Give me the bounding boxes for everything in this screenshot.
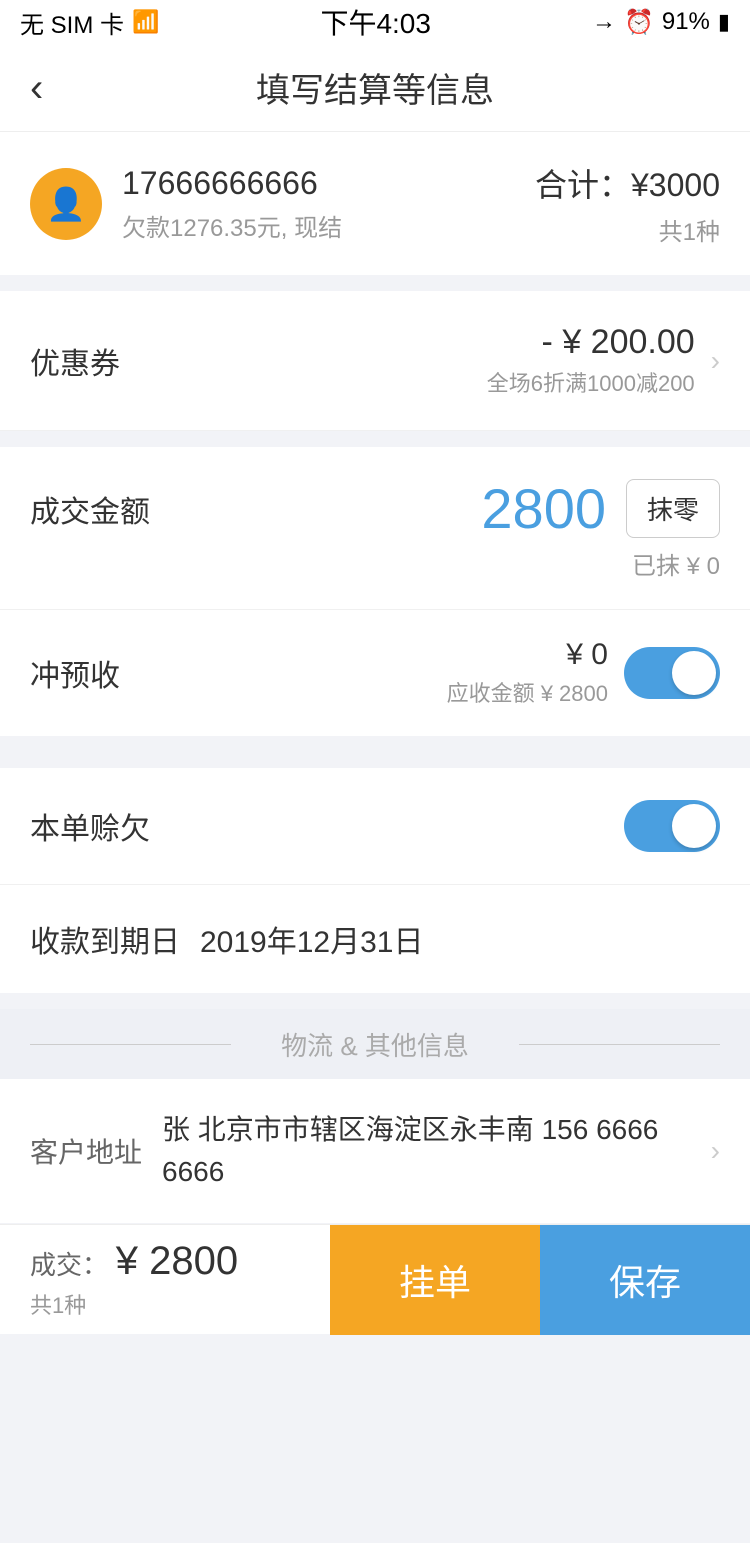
prepay-label: 冲预收 [30,651,120,695]
bottom-bar: 成交： ¥ 2800 共1种 挂单 保存 [0,1224,750,1334]
credit-row: 本单赊欠 [0,768,750,884]
credit-toggle[interactable] [624,800,720,852]
prepay-right: ¥ 0 应收金额 ¥ 2800 [447,638,720,708]
divider-line-left [30,1044,231,1045]
customer-phone: 17666666666 [122,165,342,202]
address-value: 张 北京市市辖区海淀区永丰南 156 6666 6666 [162,1109,691,1193]
nav-bar: ‹ 填写结算等信息 [0,44,750,132]
logistics-section-divider: 物流 & 其他信息 [0,1009,750,1079]
hang-label: 挂单 [399,1254,471,1306]
prepay-toggle-knob [672,651,716,695]
customer-total: 合计：¥3000 [535,160,720,206]
duedate-value: 2019年12月31日 [200,917,423,961]
status-right: → ⏰ 91% ▮ [592,8,730,37]
round-button[interactable]: 抹零 [626,479,720,538]
avatar: 👤 [30,168,102,240]
customer-left: 👤 17666666666 欠款1276.35元, 现结 [30,165,342,243]
hang-button[interactable]: 挂单 [330,1225,540,1335]
location-icon: → [592,8,616,36]
prepay-row: 冲预收 ¥ 0 应收金额 ¥ 2800 [0,609,750,736]
address-row[interactable]: 客户地址 张 北京市市辖区海淀区永丰南 156 6666 6666 › [0,1079,750,1223]
logistics-label: 物流 & 其他信息 [281,1026,469,1063]
coupon-amount: - ¥ 200.00 [487,323,695,362]
status-bar: 无 SIM 卡 📶 下午4:03 → ⏰ 91% ▮ [0,0,750,44]
amount-right: 2800 抹零 [481,479,720,538]
summary-count: 共1种 [30,1288,300,1320]
duedate-label: 收款到期日 [30,917,180,961]
divider-3 [0,993,750,1009]
amount-label: 成交金额 [30,487,150,531]
credit-label: 本单赊欠 [30,804,150,848]
save-button[interactable]: 保存 [540,1225,750,1335]
coupon-chevron-icon: › [711,345,720,377]
customer-card: 👤 17666666666 欠款1276.35元, 现结 合计：¥3000 共1… [0,132,750,275]
customer-right: 合计：¥3000 共1种 [535,160,720,247]
credit-section: 本单赊欠 收款到期日 2019年12月31日 [0,768,750,993]
status-time: 下午4:03 [320,2,431,42]
divider-1 [0,431,750,447]
back-button[interactable]: ‹ [30,68,43,108]
coupon-label: 优惠券 [30,339,120,383]
page-title: 填写结算等信息 [256,63,494,112]
alarm-icon: ⏰ [624,8,654,37]
carrier-label: 无 SIM 卡 [20,5,124,40]
battery-label: 91% [662,8,710,36]
coupon-discount: - ¥ 200.00 全场6折满1000减200 [487,323,695,398]
amount-section: 成交金额 2800 抹零 已抹 ¥ 0 [0,447,750,609]
coupon-right: - ¥ 200.00 全场6折满1000减200 › [487,323,720,398]
divider-2 [0,736,750,752]
customer-debt: 欠款1276.35元, 现结 [122,208,342,243]
prepay-toggle[interactable] [624,647,720,699]
customer-info: 17666666666 欠款1276.35元, 现结 [122,165,342,243]
bottom-summary-main: 成交： ¥ 2800 [30,1239,300,1284]
prepay-info: ¥ 0 应收金额 ¥ 2800 [447,638,608,708]
summary-label: 成交： [30,1250,108,1280]
save-label: 保存 [609,1254,681,1306]
divider-line-right [519,1044,720,1045]
address-label: 客户地址 [30,1131,142,1171]
address-chevron-icon: › [711,1135,720,1167]
summary-amount: ¥ 2800 [116,1239,238,1283]
amount-row: 成交金额 2800 抹零 [0,447,750,546]
credit-toggle-knob [672,804,716,848]
bottom-summary: 成交： ¥ 2800 共1种 [0,1239,330,1320]
avatar-icon: 👤 [46,185,86,223]
amount-value: 2800 [481,481,606,537]
duedate-row: 收款到期日 2019年12月31日 [0,884,750,993]
prepay-amount: ¥ 0 [447,638,608,672]
status-left: 无 SIM 卡 📶 [20,5,159,40]
customer-count: 共1种 [535,212,720,247]
battery-icon: ▮ [718,9,730,35]
prepay-receivable: 应收金额 ¥ 2800 [447,676,608,708]
amount-sub: 已抹 ¥ 0 [0,546,750,609]
coupon-row[interactable]: 优惠券 - ¥ 200.00 全场6折满1000减200 › [0,291,750,431]
coupon-desc: 全场6折满1000减200 [487,366,695,398]
wifi-icon: 📶 [132,9,159,35]
